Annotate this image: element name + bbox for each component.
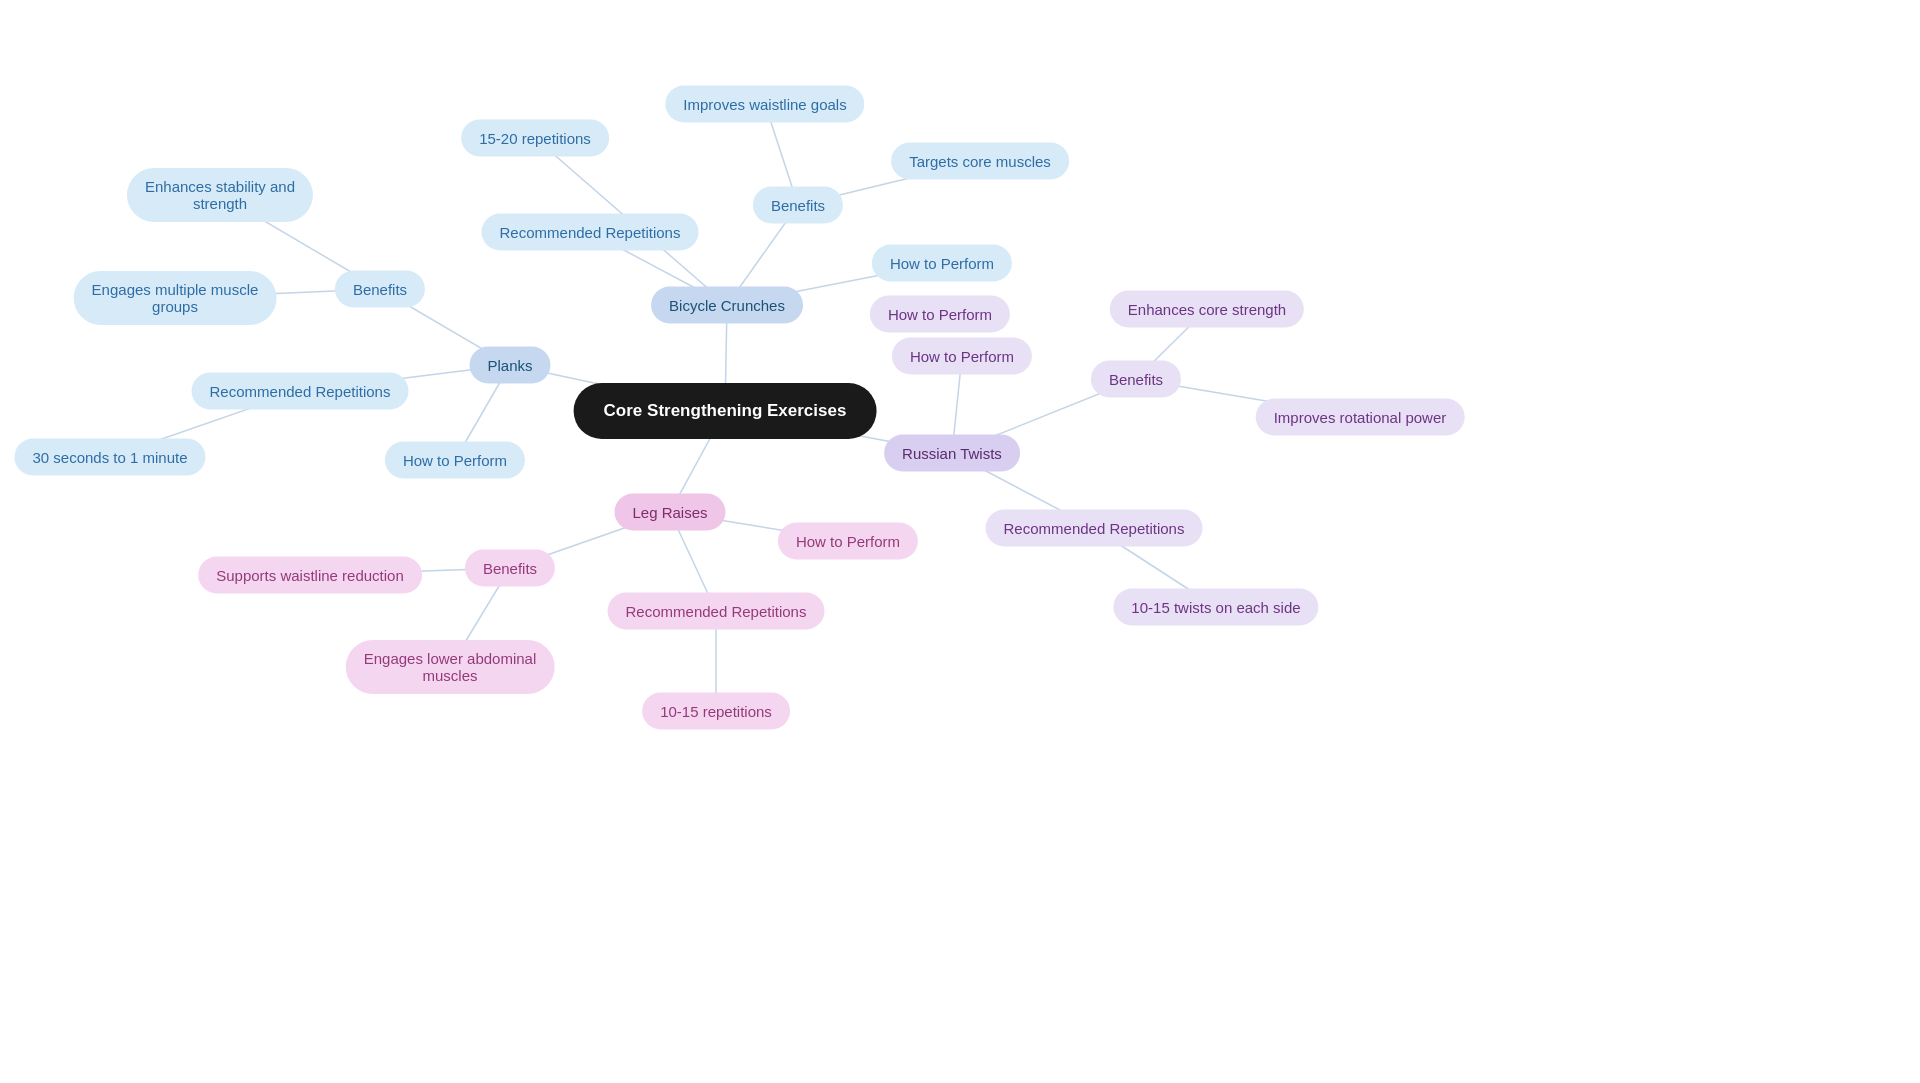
- mindmap-container: Core Strengthening Exercises Planks Benef…: [0, 0, 1920, 1083]
- node-reps-russian[interactable]: Recommended Repetitions: [986, 510, 1203, 547]
- node-benefits-legraises[interactable]: Benefits: [465, 550, 555, 587]
- node-targets-core[interactable]: Targets core muscles: [891, 143, 1069, 180]
- node-howto-planks[interactable]: How to Perform: [385, 442, 525, 479]
- node-legraises[interactable]: Leg Raises: [614, 494, 725, 531]
- node-supports-waistline[interactable]: Supports waistline reduction: [198, 557, 422, 594]
- node-reps-legraises[interactable]: Recommended Repetitions: [608, 593, 825, 630]
- node-enhances-stability[interactable]: Enhances stability and strength: [127, 168, 313, 222]
- node-benefits-bicycle[interactable]: Benefits: [753, 187, 843, 224]
- center-node[interactable]: Core Strengthening Exercises: [574, 383, 877, 439]
- node-engages-multiple[interactable]: Engages multiple muscle groups: [74, 271, 277, 325]
- node-enhances-core[interactable]: Enhances core strength: [1110, 291, 1304, 328]
- node-10-15twists[interactable]: 10-15 twists on each side: [1113, 589, 1318, 626]
- node-howto-russian1[interactable]: How to Perform: [892, 338, 1032, 375]
- node-benefits-russian[interactable]: Benefits: [1091, 361, 1181, 398]
- node-benefits-planks[interactable]: Benefits: [335, 271, 425, 308]
- node-planks[interactable]: Planks: [469, 347, 550, 384]
- node-reps-planks[interactable]: Recommended Repetitions: [192, 373, 409, 410]
- node-reps-bicycle[interactable]: Recommended Repetitions: [482, 214, 699, 251]
- node-30seconds[interactable]: 30 seconds to 1 minute: [14, 439, 205, 476]
- node-bicycle[interactable]: Bicycle Crunches: [651, 287, 803, 324]
- node-10-15reps-leg[interactable]: 10-15 repetitions: [642, 693, 790, 730]
- node-russian[interactable]: Russian Twists: [884, 435, 1020, 472]
- node-15-20reps[interactable]: 15-20 repetitions: [461, 120, 609, 157]
- node-howto-russian2[interactable]: How to Perform: [870, 296, 1010, 333]
- node-howto-bicycle[interactable]: How to Perform: [872, 245, 1012, 282]
- node-howto-legraises[interactable]: How to Perform: [778, 523, 918, 560]
- node-improves-waistline[interactable]: Improves waistline goals: [665, 86, 864, 123]
- node-improves-rotational[interactable]: Improves rotational power: [1256, 399, 1465, 436]
- node-engages-lower[interactable]: Engages lower abdominal muscles: [346, 640, 555, 694]
